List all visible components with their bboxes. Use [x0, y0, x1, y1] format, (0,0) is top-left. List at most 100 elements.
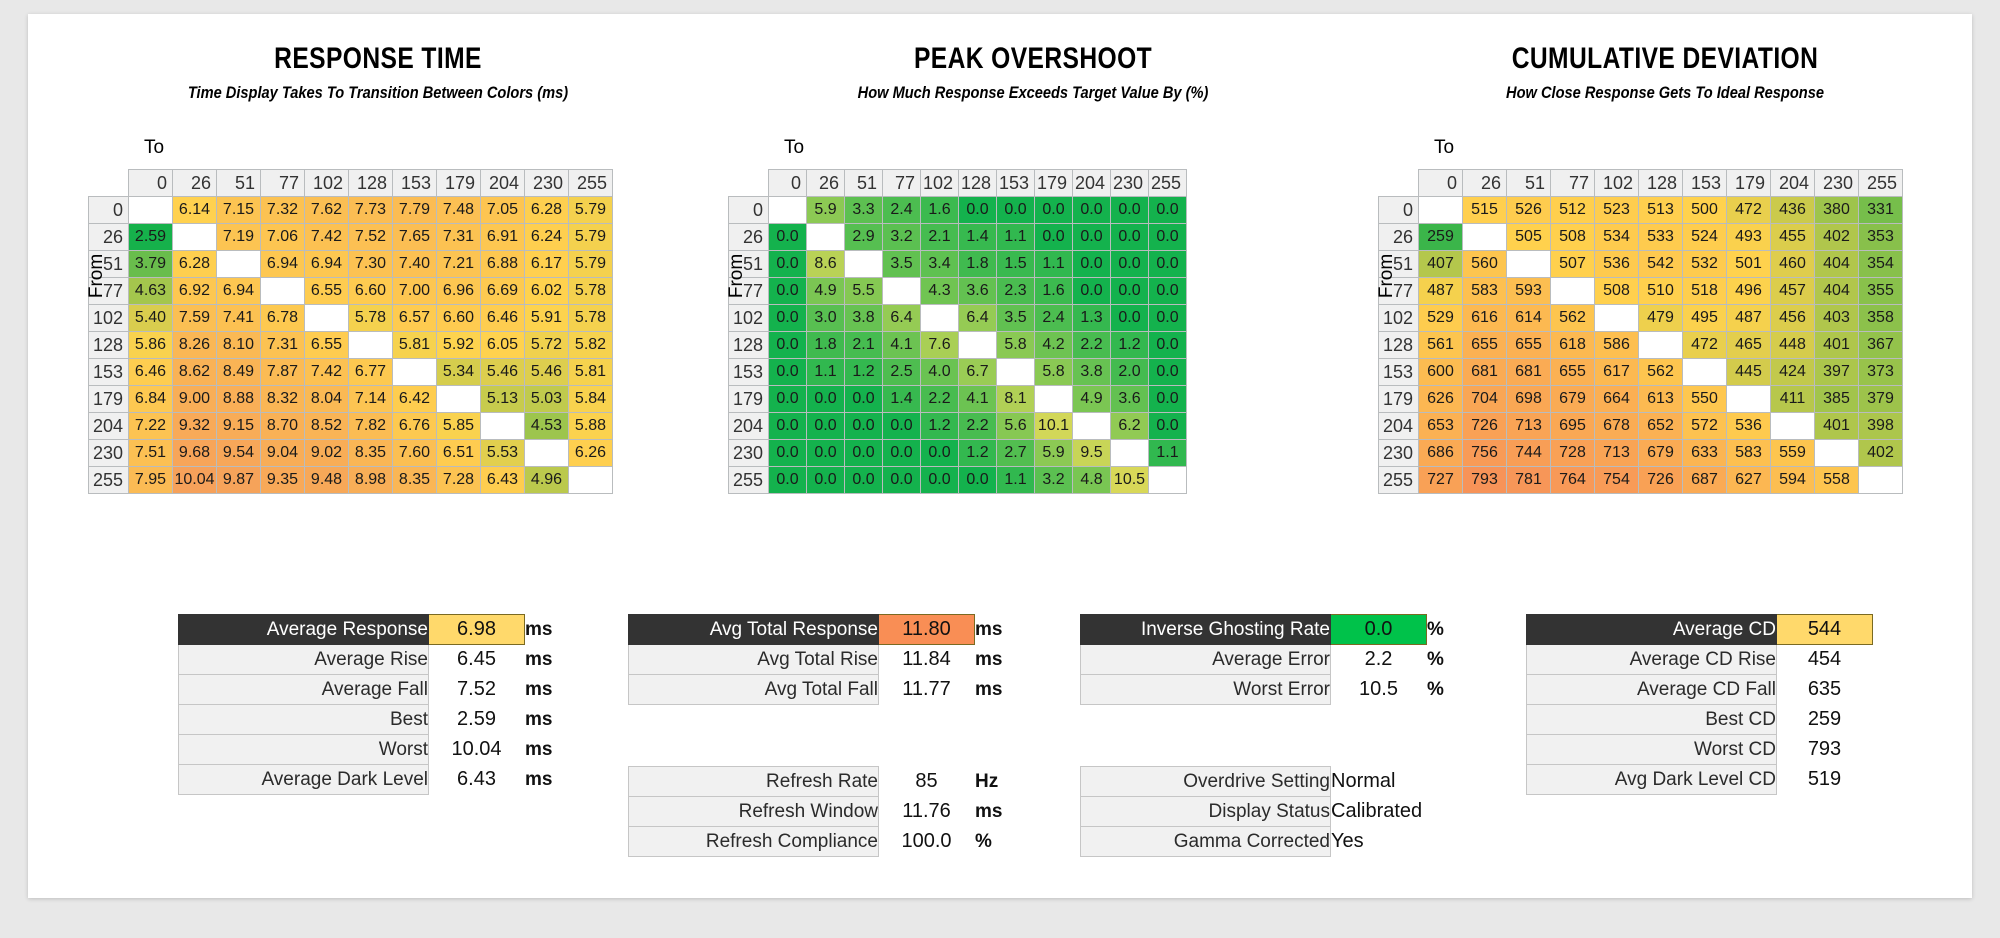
matrix-row-header: 255 [728, 466, 769, 494]
stat-row: Average Fall 7.52 ms [178, 674, 573, 705]
matrix-row-header: 26 [728, 223, 769, 251]
matrix-cell: 10.5 [1110, 466, 1149, 494]
matrix-row: 102 529 616 614 562 479 495 487 456 403 358 [1378, 304, 1903, 332]
stat-block-display-info: Overdrive Setting Normal Display Status Cal… [1080, 766, 1491, 857]
matrix-row-header: 230 [728, 439, 769, 467]
matrix-cell: 1.2 [1110, 331, 1149, 359]
stat-unit: Hz [975, 770, 999, 792]
panel-title-peak-overshoot: PEAK OVERSHOOT [913, 42, 1153, 75]
matrix-cell: 7.62 [304, 196, 349, 224]
matrix-cell [1550, 277, 1595, 305]
matrix-cell [524, 439, 569, 467]
matrix-row-header: 255 [88, 466, 129, 494]
matrix-cell: 8.49 [216, 358, 261, 386]
matrix-cell: 379 [1858, 385, 1903, 413]
matrix-cell: 7.19 [216, 223, 261, 251]
matrix-col-header: 0 [128, 169, 173, 197]
matrix-cell: 0.0 [806, 412, 845, 440]
matrix-cell: 3.8 [1072, 358, 1111, 386]
matrix-cell: 655 [1462, 331, 1507, 359]
matrix-col-header: 153 [392, 169, 437, 197]
matrix-cell: 4.0 [920, 358, 959, 386]
matrix-col-header: 0 [1418, 169, 1463, 197]
matrix-cell [958, 331, 997, 359]
matrix-cell: 3.79 [128, 250, 173, 278]
matrix-cell: 472 [1682, 331, 1727, 359]
matrix-cell: 681 [1462, 358, 1507, 386]
matrix-cell: 5.6 [996, 412, 1035, 440]
matrix-cell [1858, 466, 1903, 494]
stat-row: Avg Dark Level CD 519 [1526, 764, 1883, 795]
matrix-cell: 6.51 [436, 439, 481, 467]
matrix-row-header: 102 [88, 304, 129, 332]
matrix-col-header: 255 [1148, 169, 1187, 197]
stat-table-ghosting: Inverse Ghosting Rate 0.0% Average Error 2.… [1080, 614, 1475, 705]
matrix-cell: 618 [1550, 331, 1595, 359]
matrix-cell: 559 [1770, 439, 1815, 467]
matrix-col-header: 204 [1072, 169, 1111, 197]
matrix-cell: 0.0 [1148, 277, 1187, 305]
panel-subtitle-peak-overshoot: How Much Response Exceeds Target Value B… [857, 83, 1209, 102]
matrix-cell: 561 [1418, 331, 1463, 359]
matrix-row-header: 102 [728, 304, 769, 332]
stat-label: Refresh Window [628, 796, 879, 827]
stat-row: Display Status Calibrated [1080, 796, 1491, 827]
matrix-cell: 0.0 [768, 439, 807, 467]
matrix-cell: 678 [1594, 412, 1639, 440]
matrix-cell: 7.59 [172, 304, 217, 332]
matrix-cell: 0.0 [1148, 331, 1187, 359]
stat-label: Inverse Ghosting Rate [1080, 614, 1331, 645]
matrix-cell: 402 [1858, 439, 1903, 467]
matrix-cell: 3.5 [882, 250, 921, 278]
matrix-row: 153 600 681 681 655 617 562 445 424 397 373 [1378, 358, 1903, 386]
matrix-col-header: 128 [1638, 169, 1683, 197]
stat-value: 2.2 [1364, 648, 1393, 670]
matrix-cell: 5.79 [568, 223, 613, 251]
matrix-row: 128 561 655 655 618 586 472 465 448 401 367 [1378, 331, 1903, 359]
matrix-row: 77 487 583 593 508 510 518 496 457 404 355 [1378, 277, 1903, 305]
matrix-col-header: 26 [806, 169, 845, 197]
matrix-cell: 0.0 [844, 412, 883, 440]
stat-value: 6.98 [428, 614, 525, 645]
matrix-cell: 687 [1682, 466, 1727, 494]
matrix-cell: 713 [1594, 439, 1639, 467]
matrix-cell: 380 [1814, 196, 1859, 224]
matrix-cell: 0.0 [1034, 223, 1073, 251]
matrix-cell: 9.15 [216, 412, 261, 440]
matrix-cell: 655 [1550, 358, 1595, 386]
matrix-table-response-time: 0 26 51 77 102 128 153 179 204 230 255 0 6.14 7.15 7.3… [88, 169, 613, 494]
matrix-cell [436, 385, 481, 413]
matrix-cell: 6.78 [260, 304, 305, 332]
matrix-table-cumulative-deviation: 0 26 51 77 102 128 153 179 204 230 255 0 515 526 512 52… [1378, 169, 1903, 494]
matrix-cell: 1.1 [1148, 439, 1187, 467]
matrix-cell [348, 331, 393, 359]
matrix-col-header: 230 [1814, 169, 1859, 197]
matrix-cell: 0.0 [1148, 304, 1187, 332]
matrix-row-header: 26 [1378, 223, 1419, 251]
matrix-cell: 8.52 [304, 412, 349, 440]
axis-label-to-response-time: To [144, 137, 165, 158]
matrix-cell [844, 250, 883, 278]
matrix-cell: 0.0 [768, 412, 807, 440]
matrix-cell: 3.5 [996, 304, 1035, 332]
matrix-cell: 1.4 [882, 385, 921, 413]
matrix-cell: 507 [1550, 250, 1595, 278]
matrix-cell: 0.0 [806, 466, 845, 494]
matrix-cell: 4.53 [524, 412, 569, 440]
matrix-cell: 6.77 [348, 358, 393, 386]
matrix-cell: 2.1 [920, 223, 959, 251]
matrix-cell: 1.4 [958, 223, 997, 251]
matrix-cell: 5.9 [1034, 439, 1073, 467]
matrix-cell: 6.91 [480, 223, 525, 251]
matrix-cell: 355 [1858, 277, 1903, 305]
stat-label: Avg Total Response [628, 614, 879, 645]
matrix-cell: 7.05 [480, 196, 525, 224]
matrix-row: 0 515 526 512 523 513 500 472 436 380 331 [1378, 196, 1903, 224]
matrix-corner [1379, 170, 1419, 197]
matrix-cell: 2.0 [1110, 358, 1149, 386]
matrix-cell: 2.2 [1072, 331, 1111, 359]
matrix-row-header: 128 [728, 331, 769, 359]
matrix-cell: 508 [1594, 277, 1639, 305]
matrix-cell: 331 [1858, 196, 1903, 224]
matrix-cell: 358 [1858, 304, 1903, 332]
